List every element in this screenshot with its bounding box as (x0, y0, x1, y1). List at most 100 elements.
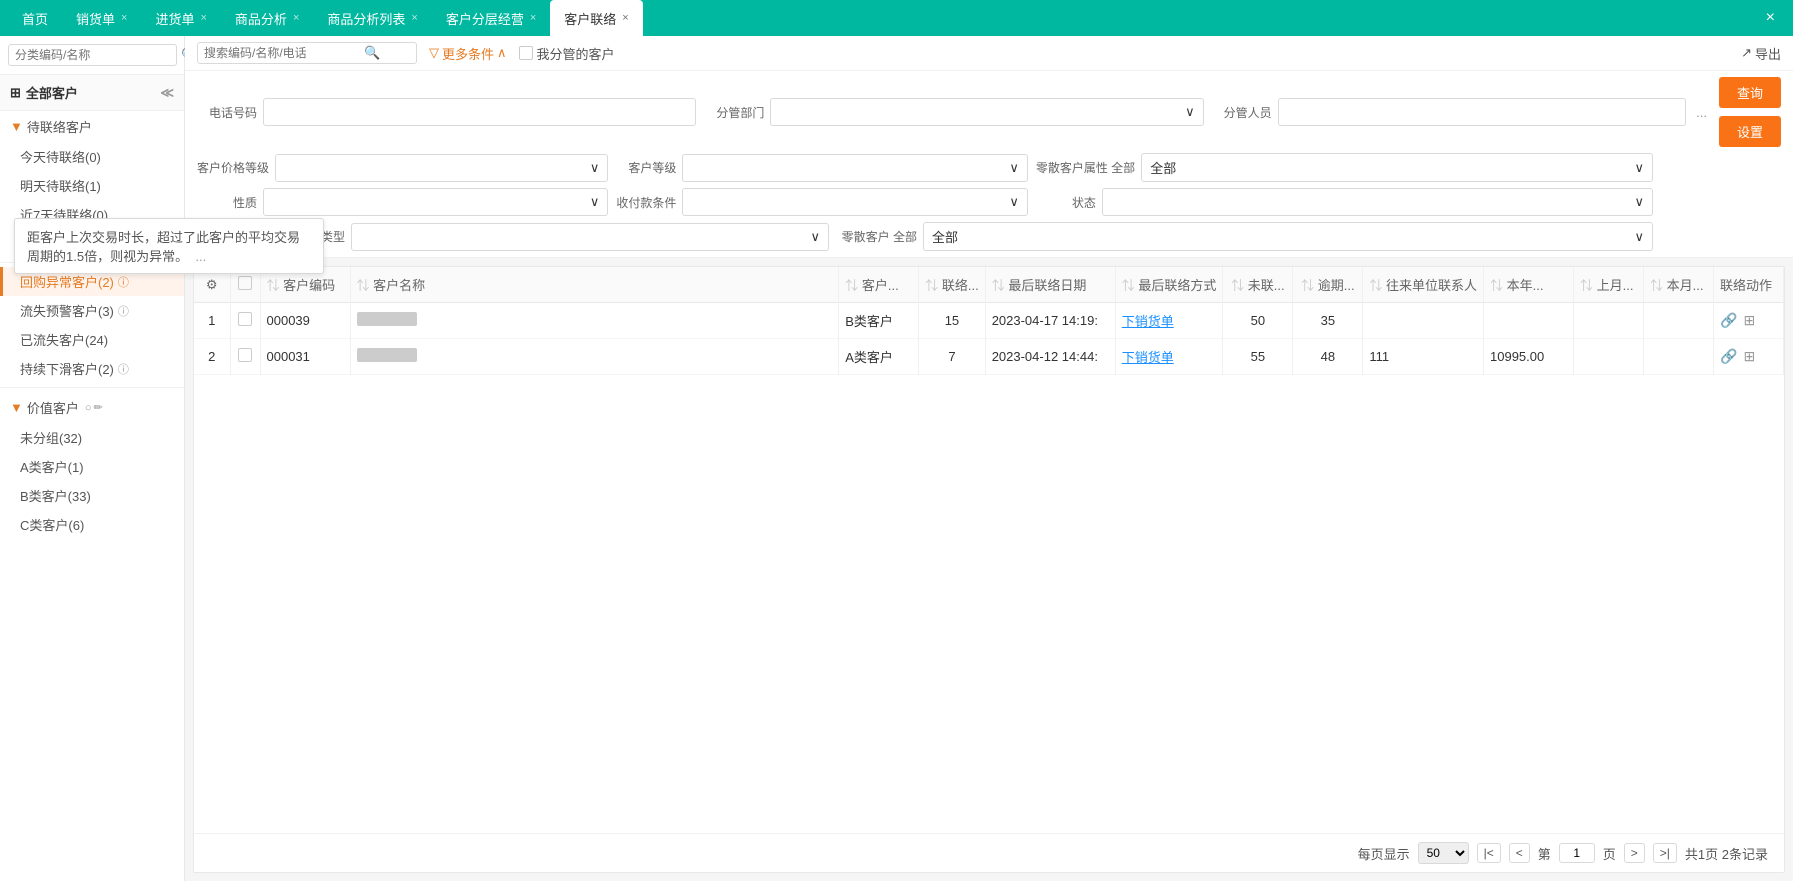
row-method-1[interactable]: 下销货单 (1115, 339, 1223, 375)
tooltip-box: 距客户上次交易时长，超过了此客户的平均交易周期的1.5倍，则视为异常。 ... (14, 218, 324, 274)
my-customers-checkbox[interactable]: 我分管的客户 (519, 44, 615, 63)
close-product-list-icon[interactable]: × (411, 12, 417, 24)
th-name: ⇅ 客户名称 (350, 267, 839, 303)
close-product-analysis-icon[interactable]: × (293, 12, 299, 24)
contact-link-icon-0[interactable]: 🔗 (1720, 312, 1737, 329)
main-layout: 🔍 ⊞ 全部客户 ≪ ▼ 待联络客户 今天待联络(0) 明天待联络(1) 近7天… (0, 36, 1793, 881)
triangle-icon: ▼ (10, 119, 23, 134)
payment-select[interactable]: ∨ (682, 188, 1027, 216)
retail-customer-select[interactable]: 全部 ∨ (923, 222, 1653, 251)
filter-search-icon[interactable]: 🔍 (364, 45, 380, 61)
next-page-button[interactable]: > (1624, 843, 1645, 863)
sort-icon-partner: ⇅ (1369, 278, 1382, 293)
close-purchase-icon[interactable]: × (200, 12, 206, 24)
sidebar-item-a-class[interactable]: A类客户(1) (0, 452, 184, 481)
prev-page-button[interactable]: < (1509, 843, 1530, 863)
sidebar-item-tomorrow-pending[interactable]: 明天待联络(1) (0, 171, 184, 200)
filter-search-input[interactable] (204, 46, 364, 60)
page-size-select[interactable]: 50 100 (1418, 842, 1469, 864)
value-group-settings-icon[interactable]: ✏ (94, 401, 103, 414)
value-group-edit-icon[interactable]: ○ (85, 402, 92, 414)
content-area: 🔍 ▽ 更多条件 ∧ 我分管的客户 ↗ 导出 电话号码 (185, 36, 1793, 881)
value-group-label[interactable]: ▼ 价值客户 ○ ✏ (0, 392, 184, 423)
contact-method-link-1[interactable]: 下销货单 (1122, 350, 1174, 365)
header-checkbox[interactable] (238, 276, 252, 290)
sort-icon-year: ⇅ (1490, 278, 1503, 293)
manager-select[interactable] (1278, 98, 1686, 126)
nav-item-customer-contact[interactable]: 客户联络 × (550, 0, 642, 36)
table-scroll-area[interactable]: ⚙ ⇅ 客户编码 ⇅ 客户名称 (194, 267, 1784, 833)
status-select[interactable]: ∨ (1102, 188, 1653, 216)
customer-type-select[interactable]: ∨ (351, 223, 829, 251)
dept-select[interactable]: ∨ (770, 98, 1203, 126)
sidebar-item-lost-warning[interactable]: 流失预警客户(3) ⓘ (0, 296, 184, 325)
row-action-1: 🔗 ⊞ (1714, 339, 1784, 375)
sidebar-item-declining[interactable]: 持续下滑客户(2) ⓘ (0, 354, 184, 383)
price-grade-select[interactable]: ∨ (275, 154, 608, 182)
manager-label: 分管人员 (1212, 104, 1272, 121)
more-conditions-button[interactable]: ▽ 更多条件 ∧ (429, 44, 507, 63)
status-chevron-icon: ∨ (1634, 194, 1644, 210)
dept-chevron-icon: ∨ (1185, 104, 1195, 120)
row-type-0: B类客户 (839, 303, 919, 339)
contact-grid-icon-0[interactable]: ⊞ (1743, 312, 1755, 329)
sidebar-item-c-class[interactable]: C类客户(6) (0, 510, 184, 539)
nav-item-home[interactable]: 首页 (8, 0, 62, 36)
page-number-input[interactable] (1559, 843, 1595, 863)
manager-dots[interactable]: ... (1692, 105, 1711, 120)
my-customers-checkbox-box[interactable] (519, 46, 533, 60)
sidebar-item-unassigned[interactable]: 未分组(32) (0, 423, 184, 452)
sidebar-item-today-pending[interactable]: 今天待联络(0) (0, 142, 184, 171)
sidebar-search-input[interactable] (8, 44, 177, 66)
close-customer-segment-icon[interactable]: × (530, 12, 536, 24)
filter-panel: 电话号码 分管部门 ∨ 分管人员 ... (185, 71, 1793, 258)
filter-field-status: 状态 ∨ (1036, 188, 1653, 216)
table-header-row: ⚙ ⇅ 客户编码 ⇅ 客户名称 (194, 267, 1784, 303)
row-checkbox-0[interactable] (238, 312, 252, 326)
phone-input[interactable] (263, 98, 696, 126)
nav-item-sales[interactable]: 销货单 × (62, 0, 141, 36)
row-checkbox-1[interactable] (238, 348, 252, 362)
query-button[interactable]: 查询 (1719, 77, 1781, 108)
payment-chevron-icon: ∨ (1009, 194, 1019, 210)
row-method-0[interactable]: 下销货单 (1115, 303, 1223, 339)
sidebar-search-area: 🔍 (0, 36, 184, 75)
customer-grade-select[interactable]: ∨ (682, 154, 1027, 182)
settings-button[interactable]: 设置 (1719, 116, 1781, 147)
sidebar-item-b-class[interactable]: B类客户(33) (0, 481, 184, 510)
filter-field-manager: 分管人员 ... (1212, 98, 1711, 126)
nature-select[interactable]: ∨ (263, 188, 608, 216)
filter-field-phone: 电话号码 (197, 98, 696, 126)
nav-item-purchase[interactable]: 进货单 × (141, 0, 220, 36)
export-icon: ↗ (1741, 45, 1752, 61)
contact-method-link-0[interactable]: 下销货单 (1122, 314, 1174, 329)
settings-gear-icon[interactable]: ⚙ (206, 277, 218, 292)
contact-link-icon-1[interactable]: 🔗 (1720, 348, 1737, 365)
nav-item-product-list[interactable]: 商品分析列表 × (313, 0, 431, 36)
row-partner-1: 111 (1363, 339, 1484, 375)
sort-icon-date: ⇅ (992, 278, 1005, 293)
first-page-button[interactable]: |< (1477, 843, 1501, 863)
filter-row-2: 客户价格等级 ∨ 客户等级 ∨ 零散客户属性 全部 全 (197, 153, 1781, 182)
filter-bar: 🔍 ▽ 更多条件 ∧ 我分管的客户 ↗ 导出 (185, 36, 1793, 71)
row-uncontact-1: 55 (1223, 339, 1293, 375)
last-page-button[interactable]: >| (1653, 843, 1677, 863)
pending-group-label[interactable]: ▼ 待联络客户 (0, 111, 184, 142)
all-customers-header[interactable]: ⊞ 全部客户 ≪ (0, 75, 184, 111)
retail-attr-select[interactable]: 全部 ∨ (1141, 153, 1653, 182)
retail-customer-chevron-icon: ∨ (1634, 229, 1644, 245)
collapse-sidebar-icon[interactable]: ≪ (160, 85, 174, 101)
close-sales-icon[interactable]: × (121, 12, 127, 24)
sidebar-item-lost[interactable]: 已流失客户(24) (0, 325, 184, 354)
contact-grid-icon-1[interactable]: ⊞ (1743, 348, 1755, 365)
nav-item-product-analysis[interactable]: 商品分析 × (221, 0, 313, 36)
export-button[interactable]: ↗ 导出 (1741, 44, 1781, 63)
row-lastmonth-1 (1574, 339, 1644, 375)
row-check-1[interactable] (230, 339, 260, 375)
row-check-0[interactable] (230, 303, 260, 339)
nav-item-customer-segment[interactable]: 客户分层经营 × (432, 0, 550, 36)
window-close-button[interactable]: × (1756, 9, 1785, 27)
close-customer-contact-icon[interactable]: × (622, 12, 628, 24)
price-grade-label: 客户价格等级 (197, 159, 269, 176)
action-buttons: 查询 设置 (1719, 77, 1781, 147)
